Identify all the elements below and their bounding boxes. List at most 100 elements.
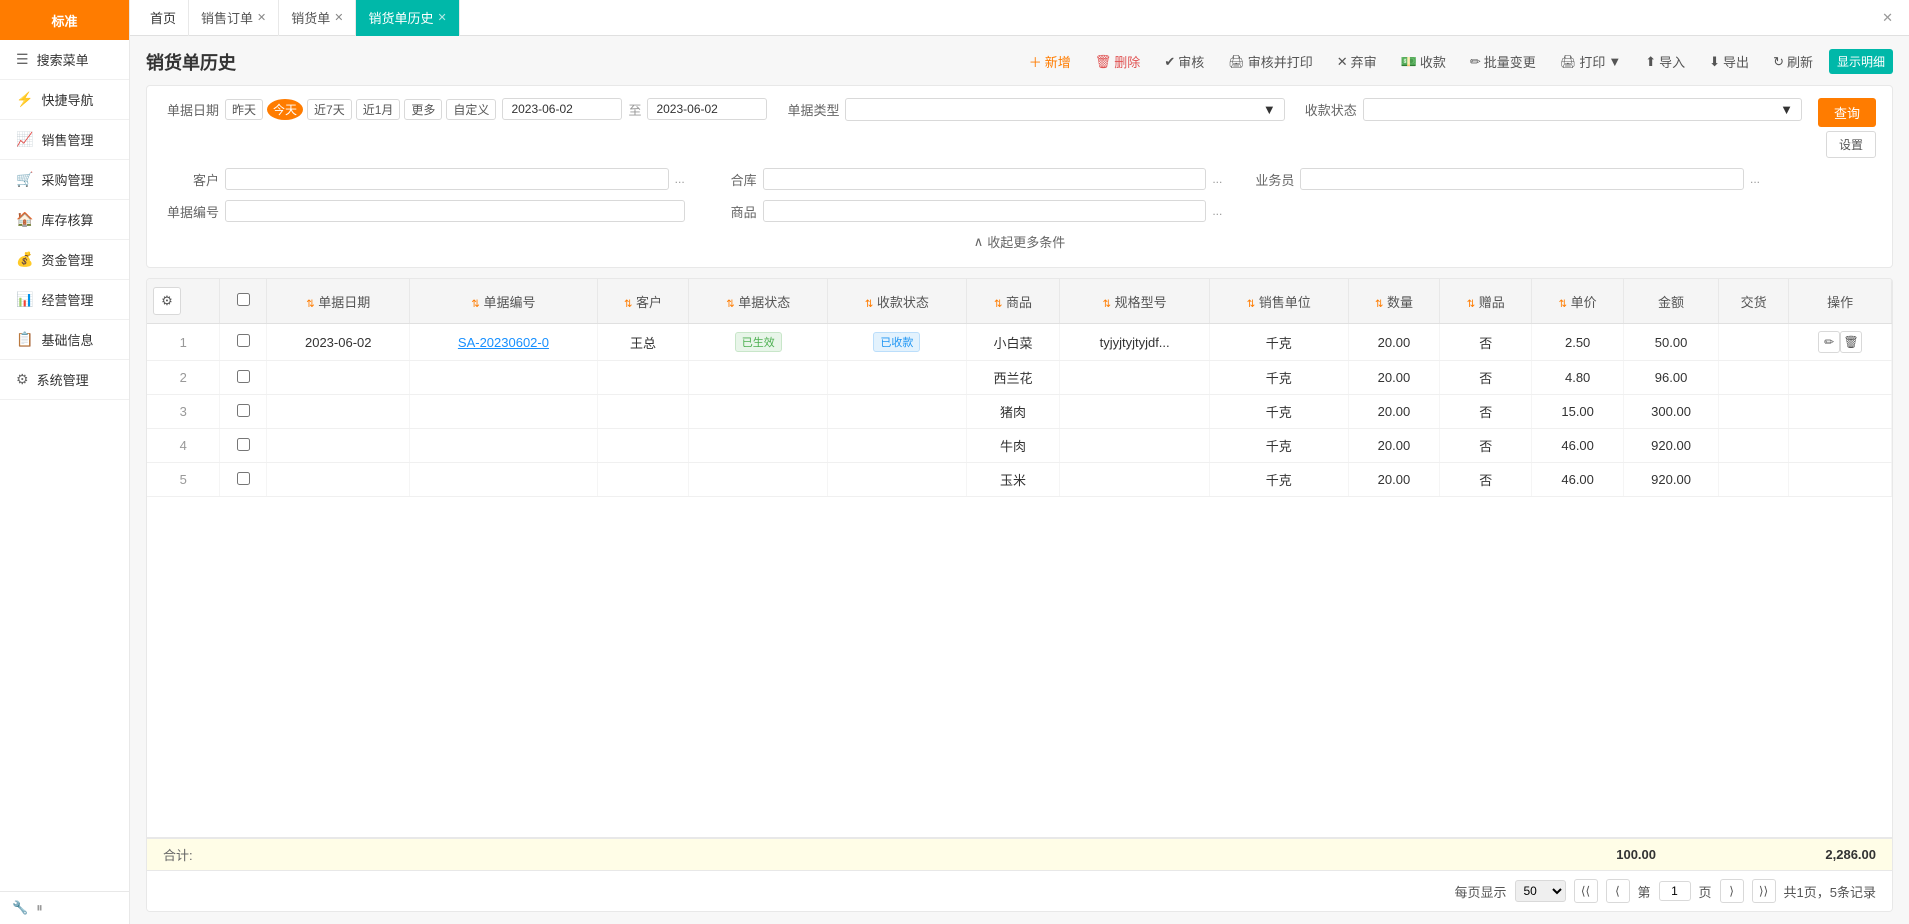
close-tab-sales-delivery[interactable]: ✕ [334, 11, 343, 24]
doc-type-select[interactable]: ▼ [845, 98, 1284, 121]
row-checkbox-cell[interactable] [220, 463, 267, 497]
tab-sales-order[interactable]: 销售订单 ✕ [189, 0, 279, 36]
col-doc-date[interactable]: ⇅ 单据日期 [267, 279, 410, 324]
page-header: 销货单历史 ＋ 新增 🗑 删除 ✔ 审核 🖨 审核并打印 [146, 48, 1893, 75]
salesperson-ellipsis[interactable]: ... [1750, 172, 1760, 186]
window-close-btn[interactable]: ✕ [1874, 10, 1901, 26]
doc-no-cell[interactable] [410, 395, 597, 429]
print-button[interactable]: 🖨 打印 ▼ [1552, 48, 1629, 75]
tab-sales-history[interactable]: 销货单历史 ✕ [356, 0, 459, 36]
footer-label: 合计: [163, 845, 193, 864]
col-unit[interactable]: ⇅ 销售单位 [1209, 279, 1348, 324]
col-exchange[interactable]: 交货 [1719, 279, 1789, 324]
row-checkbox-cell[interactable] [220, 324, 267, 361]
col-doc-no[interactable]: ⇅ 单据编号 [410, 279, 597, 324]
collect-button[interactable]: 💵 收款 [1393, 48, 1454, 75]
sidebar-bottom-icon1[interactable]: 🔧 [12, 900, 28, 916]
prev-page-btn[interactable]: ⟨ [1606, 879, 1630, 903]
col-spec[interactable]: ⇅ 规格型号 [1060, 279, 1210, 324]
col-qty[interactable]: ⇅ 数量 [1348, 279, 1440, 324]
date-to-input[interactable] [647, 98, 767, 120]
new-button[interactable]: ＋ 新增 [1021, 48, 1079, 75]
query-button[interactable]: 查询 [1818, 98, 1876, 127]
collapse-button[interactable]: ∧ 收起更多条件 [970, 228, 1070, 255]
row-checkbox[interactable] [237, 370, 250, 383]
sidebar-item-system-mgmt[interactable]: ⚙ 系统管理 [0, 360, 129, 400]
row-checkbox[interactable] [237, 334, 250, 347]
first-page-btn[interactable]: ⟨⟨ [1574, 879, 1598, 903]
col-amount[interactable]: 金额 [1624, 279, 1719, 324]
sidebar-item-finance[interactable]: 💰 资金管理 [0, 240, 129, 280]
delete-action-btn[interactable]: 🗑 [1840, 331, 1862, 353]
spec-cell [1060, 395, 1210, 429]
today-btn[interactable]: 今天 [267, 99, 303, 120]
tab-home[interactable]: 首页 [138, 0, 189, 36]
sidebar-item-inventory[interactable]: 🏠 库存核算 [0, 200, 129, 240]
1month-btn[interactable]: 近1月 [356, 99, 401, 120]
doc-no-cell[interactable] [410, 429, 597, 463]
row-checkbox-cell[interactable] [220, 429, 267, 463]
row-checkbox-cell[interactable] [220, 361, 267, 395]
delete-button[interactable]: 🗑 删除 [1087, 48, 1149, 75]
sidebar-bottom-icon2[interactable]: ⏸ [36, 900, 43, 916]
col-payment-status[interactable]: ⇅ 收款状态 [828, 279, 967, 324]
col-checkbox[interactable] [220, 279, 267, 324]
col-settings[interactable]: ⚙ [147, 279, 220, 324]
row-checkbox[interactable] [237, 438, 250, 451]
last-page-btn[interactable]: ⟩⟩ [1752, 879, 1776, 903]
doc-no-link[interactable]: SA-20230602-0 [458, 335, 549, 350]
export-button[interactable]: ⬇ 导出 [1701, 48, 1757, 75]
row-checkbox[interactable] [237, 404, 250, 417]
col-gift[interactable]: ⇅ 赠品 [1440, 279, 1532, 324]
product-input[interactable] [763, 200, 1207, 222]
payment-status-cell [828, 361, 967, 395]
doc-no-input[interactable] [225, 200, 685, 222]
customer-ellipsis[interactable]: ... [675, 172, 685, 186]
doc-no-cell[interactable]: SA-20230602-0 [410, 324, 597, 361]
doc-no-cell[interactable] [410, 361, 597, 395]
qty-cell: 20.00 [1348, 361, 1440, 395]
display-detail-button[interactable]: 显示明细 [1829, 49, 1893, 74]
select-all-checkbox[interactable] [237, 293, 250, 306]
7days-btn[interactable]: 近7天 [307, 99, 352, 120]
page-number-input[interactable] [1659, 881, 1691, 901]
warehouse-input[interactable] [763, 168, 1207, 190]
customer-input[interactable] [225, 168, 669, 190]
col-doc-status[interactable]: ⇅ 单据状态 [689, 279, 828, 324]
batch-change-button[interactable]: ✏ 批量变更 [1462, 48, 1544, 75]
more-btn[interactable]: 更多 [404, 99, 442, 120]
close-tab-sales-order[interactable]: ✕ [257, 11, 266, 24]
yesterday-btn[interactable]: 昨天 [225, 99, 263, 120]
custom-btn[interactable]: 自定义 [446, 99, 496, 120]
col-customer[interactable]: ⇅ 客户 [597, 279, 689, 324]
import-button[interactable]: ⬆ 导入 [1637, 48, 1693, 75]
sidebar-item-purchase-mgmt[interactable]: 🛒 采购管理 [0, 160, 129, 200]
next-page-btn[interactable]: ⟩ [1720, 879, 1744, 903]
exchange-cell [1719, 361, 1789, 395]
audit-button[interactable]: ✔ 审核 [1156, 48, 1212, 75]
edit-action-btn[interactable]: ✏ [1818, 331, 1840, 353]
settings-button[interactable]: 设置 [1826, 131, 1876, 158]
doc-no-cell[interactable] [410, 463, 597, 497]
audit-print-button[interactable]: 🖨 审核并打印 [1220, 48, 1321, 75]
abandon-button[interactable]: ✕ 弃审 [1329, 48, 1385, 75]
refresh-button[interactable]: ↻ 刷新 [1765, 48, 1821, 75]
close-tab-sales-history[interactable]: ✕ [438, 11, 447, 24]
col-settings-btn[interactable]: ⚙ [153, 287, 181, 315]
warehouse-ellipsis[interactable]: ... [1212, 172, 1222, 186]
sidebar-item-basic-info[interactable]: 📋 基础信息 [0, 320, 129, 360]
per-page-select[interactable]: 50 20 100 [1515, 880, 1566, 902]
sidebar-item-quick-nav[interactable]: ⚡ 快捷导航 [0, 80, 129, 120]
row-checkbox[interactable] [237, 472, 250, 485]
col-unit-price[interactable]: ⇅ 单价 [1532, 279, 1624, 324]
sidebar-item-sales-mgmt[interactable]: 📈 销售管理 [0, 120, 129, 160]
row-checkbox-cell[interactable] [220, 395, 267, 429]
col-product[interactable]: ⇅ 商品 [966, 279, 1060, 324]
date-from-input[interactable] [502, 98, 622, 120]
sidebar-item-operations[interactable]: 📊 经营管理 [0, 280, 129, 320]
salesperson-input[interactable] [1300, 168, 1744, 190]
product-ellipsis[interactable]: ... [1212, 204, 1222, 218]
sidebar-item-search-menu[interactable]: ☰ 搜索菜单 [0, 40, 129, 80]
tab-sales-delivery[interactable]: 销货单 ✕ [279, 0, 356, 36]
payment-status-select[interactable]: ▼ [1363, 98, 1802, 121]
